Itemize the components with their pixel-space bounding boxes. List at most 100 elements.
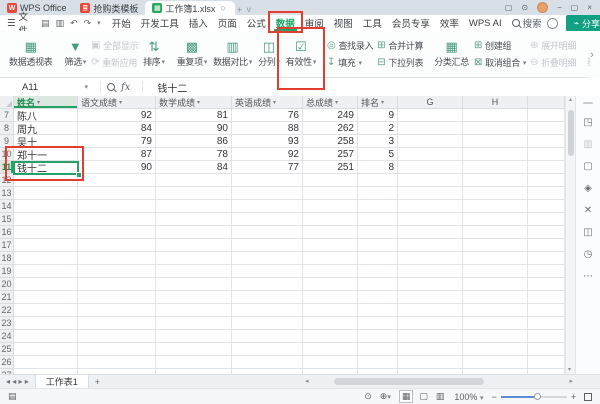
cell[interactable]: 陈八 <box>14 109 78 122</box>
cell[interactable] <box>232 213 303 226</box>
more-tools-icon[interactable]: ⋯ <box>583 271 593 282</box>
zoom-out-icon[interactable]: − <box>491 392 496 402</box>
cell[interactable] <box>14 239 78 252</box>
row-header-7[interactable]: 7 <box>0 109 14 122</box>
cell[interactable] <box>358 200 398 213</box>
new-tab-button[interactable]: + <box>237 5 242 15</box>
cell[interactable] <box>78 291 156 304</box>
cell[interactable] <box>398 252 463 265</box>
cell[interactable] <box>232 304 303 317</box>
cell[interactable]: 262 <box>303 122 358 135</box>
cell[interactable] <box>78 278 156 291</box>
cell[interactable]: 81 <box>156 109 232 122</box>
cell[interactable] <box>528 252 565 265</box>
cell[interactable] <box>14 330 78 343</box>
cell[interactable] <box>303 278 358 291</box>
cell[interactable] <box>398 148 463 161</box>
workspace-icon[interactable]: ▢ <box>505 3 513 12</box>
cell[interactable] <box>14 213 78 226</box>
cell[interactable] <box>78 252 156 265</box>
row-header-23[interactable]: 23 <box>0 317 14 330</box>
menu-item-8[interactable]: 视图 <box>329 15 358 31</box>
cell[interactable]: 78 <box>156 148 232 161</box>
cell[interactable] <box>303 343 358 356</box>
row-header-20[interactable]: 20 <box>0 278 14 291</box>
sheet-tab-active[interactable]: 工作表1 <box>34 374 89 389</box>
history-icon[interactable]: ◷ <box>584 249 593 260</box>
cell[interactable]: 3 <box>358 135 398 148</box>
clipboard-icon[interactable]: ▤ <box>8 391 17 402</box>
cell[interactable] <box>303 226 358 239</box>
zoom-slider-thumb[interactable] <box>533 392 541 400</box>
filter-dropdown-icon[interactable]: ▾ <box>37 99 40 106</box>
cell[interactable] <box>232 200 303 213</box>
cell[interactable] <box>398 278 463 291</box>
cell[interactable] <box>398 200 463 213</box>
sheet-nav-arrows[interactable]: ◂ ◂ ▸ ▸ <box>0 377 35 386</box>
cell[interactable] <box>78 239 156 252</box>
column-header-英语成绩[interactable]: 英语成绩 ▾ <box>232 96 303 109</box>
cell[interactable] <box>528 343 565 356</box>
sort-button[interactable]: ⇅ 排序 ▾ <box>140 31 168 77</box>
cell[interactable]: 76 <box>232 109 303 122</box>
cell[interactable] <box>14 226 78 239</box>
cell[interactable] <box>398 109 463 122</box>
scroll-left-icon[interactable]: ◂ <box>305 377 309 385</box>
cell[interactable]: 251 <box>303 161 358 174</box>
element-library-icon[interactable]: ◳ <box>583 117 592 128</box>
cell[interactable] <box>303 291 358 304</box>
column-header-H[interactable]: H <box>463 96 528 109</box>
cell[interactable] <box>528 200 565 213</box>
column-header-数学成绩[interactable]: 数学成绩 ▾ <box>156 96 232 109</box>
cell[interactable] <box>232 330 303 343</box>
cell[interactable] <box>156 317 232 330</box>
filter-button[interactable]: ▼ 筛选 ▾ <box>62 31 90 77</box>
cell[interactable] <box>463 252 528 265</box>
redo-icon[interactable]: ↷ <box>84 18 92 29</box>
cell[interactable] <box>528 265 565 278</box>
row-header-15[interactable]: 15 <box>0 213 14 226</box>
cell[interactable] <box>156 278 232 291</box>
consolidate-button[interactable]: ⊞ 合并计算 <box>377 39 423 52</box>
undo-icon[interactable]: ↶ <box>70 18 78 29</box>
cell[interactable] <box>398 239 463 252</box>
cell[interactable] <box>232 291 303 304</box>
fill-button[interactable]: ↧ 填充 ▾ <box>327 56 373 69</box>
fullscreen-icon[interactable] <box>584 392 592 401</box>
sticker-tool-icon[interactable]: ◈ <box>584 183 592 194</box>
row-header-24[interactable]: 24 <box>0 330 14 343</box>
tab-workbook[interactable]: ▦ 工作簿1.xlsx ○ <box>145 1 235 15</box>
row-header-8[interactable]: 8 <box>0 122 14 135</box>
cell[interactable] <box>528 356 565 369</box>
cell[interactable] <box>528 278 565 291</box>
vertical-scrollbar[interactable]: ▴ ▾ <box>565 96 575 374</box>
pivot-table-button[interactable]: ▦ 数据透视表 <box>6 31 56 77</box>
cell[interactable] <box>232 317 303 330</box>
menu-item-7[interactable]: 审阅 <box>300 15 329 31</box>
cell[interactable] <box>398 291 463 304</box>
page-layout-view-button[interactable]: ▢ <box>417 391 430 402</box>
cell[interactable]: 88 <box>232 122 303 135</box>
cell[interactable]: 90 <box>156 122 232 135</box>
filter-dropdown-icon[interactable]: ▾ <box>381 99 384 106</box>
dropdown-list-button[interactable]: ⊟ 下拉列表 <box>377 56 423 69</box>
row-header-19[interactable]: 19 <box>0 265 14 278</box>
menu-item-12[interactable]: WPS AI <box>464 15 507 31</box>
cell[interactable] <box>232 239 303 252</box>
cell[interactable] <box>303 356 358 369</box>
cell[interactable] <box>303 213 358 226</box>
cell[interactable] <box>78 330 156 343</box>
cell[interactable]: 79 <box>78 135 156 148</box>
cell[interactable] <box>156 343 232 356</box>
cell[interactable] <box>463 135 528 148</box>
cell[interactable] <box>156 200 232 213</box>
cell[interactable] <box>156 213 232 226</box>
cell[interactable]: 2 <box>358 122 398 135</box>
fx-icon[interactable]: fx <box>121 82 130 93</box>
cell[interactable] <box>528 239 565 252</box>
cell[interactable] <box>358 252 398 265</box>
cell[interactable] <box>398 356 463 369</box>
menu-item-4[interactable]: 页面 <box>213 15 242 31</box>
avatar[interactable] <box>537 2 549 13</box>
cell[interactable]: 249 <box>303 109 358 122</box>
